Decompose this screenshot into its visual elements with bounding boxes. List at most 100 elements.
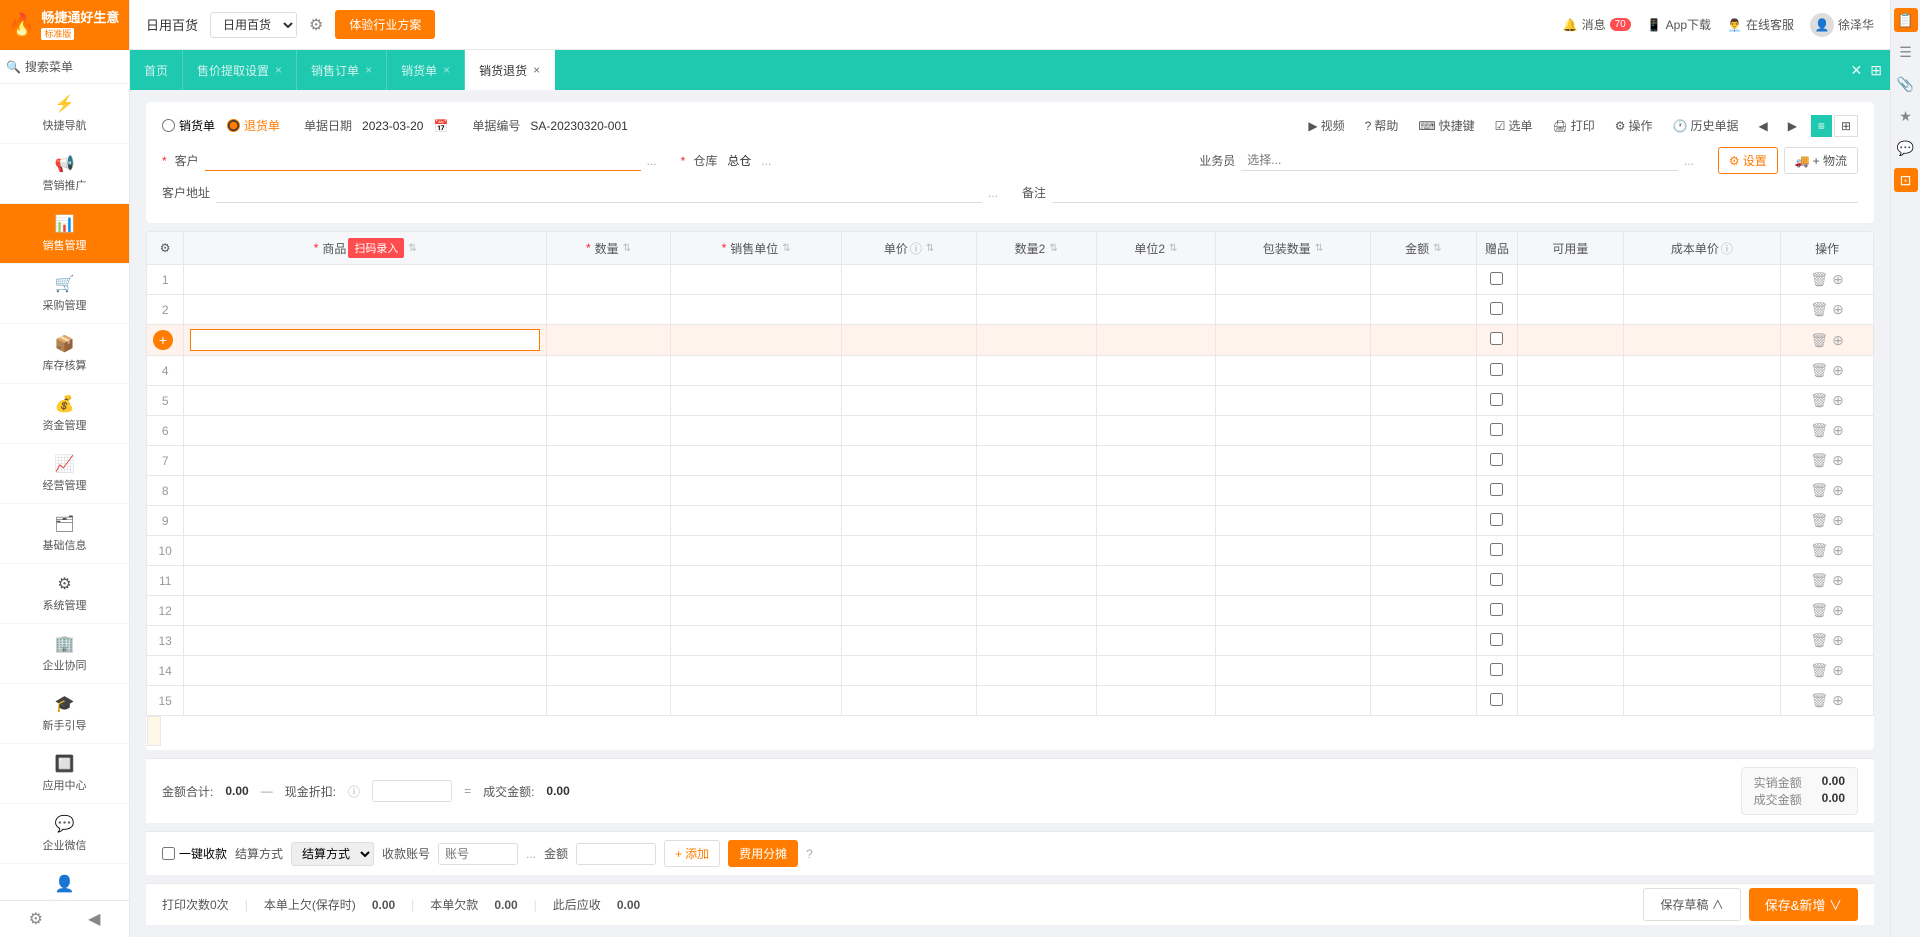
row-2-qty2[interactable] bbox=[976, 295, 1096, 325]
salesperson-dots[interactable]: ... bbox=[1684, 154, 1694, 168]
row-5-cost[interactable] bbox=[1623, 386, 1781, 416]
row-5-unit2[interactable] bbox=[1096, 386, 1216, 416]
row-13-price[interactable] bbox=[842, 626, 976, 656]
row-13-unit[interactable] bbox=[670, 626, 842, 656]
row-14-price[interactable] bbox=[842, 656, 976, 686]
row-3-gift[interactable] bbox=[1476, 325, 1517, 356]
notifications-btn[interactable]: 🔔 消息 70 bbox=[1563, 16, 1631, 33]
row-2-available[interactable] bbox=[1518, 295, 1624, 325]
row-2-gift[interactable] bbox=[1476, 295, 1517, 325]
row-3-available[interactable] bbox=[1518, 325, 1624, 356]
row-9-cost[interactable] bbox=[1623, 506, 1781, 536]
user-menu[interactable]: 👤 徐泽华 bbox=[1810, 13, 1874, 37]
sidebar-item-enterprise[interactable]: 🏢 企业协同 bbox=[0, 624, 129, 684]
row-12-qty[interactable] bbox=[547, 596, 671, 626]
salesperson-input[interactable] bbox=[1241, 150, 1678, 171]
row-13-qty2[interactable] bbox=[976, 626, 1096, 656]
row-6-qty[interactable] bbox=[547, 416, 671, 446]
add-payment-btn[interactable]: + 添加 bbox=[664, 840, 720, 867]
row-4-qty2[interactable] bbox=[976, 356, 1096, 386]
shortcut-btn[interactable]: ⌨ 快捷键 bbox=[1412, 114, 1480, 137]
online-service-btn[interactable]: 👨‍💼 在线客服 bbox=[1727, 16, 1794, 33]
row-3-price[interactable] bbox=[842, 325, 976, 356]
row-7-cost[interactable] bbox=[1623, 446, 1781, 476]
row-10-qty[interactable] bbox=[547, 536, 671, 566]
row-14-qty2[interactable] bbox=[976, 656, 1096, 686]
sidebar-item-inventory[interactable]: 📦 库存核算 bbox=[0, 324, 129, 384]
row-9-qty2[interactable] bbox=[976, 506, 1096, 536]
row-13-qty[interactable] bbox=[547, 626, 671, 656]
row-8-amount[interactable] bbox=[1370, 476, 1476, 506]
row-6-unit[interactable] bbox=[670, 416, 842, 446]
row-3-gift-cb[interactable] bbox=[1490, 332, 1503, 345]
row-5-copy[interactable]: ⊕ bbox=[1832, 392, 1844, 409]
row-14-cost[interactable] bbox=[1623, 656, 1781, 686]
quick-panel-attach[interactable]: 📎 bbox=[1894, 72, 1918, 96]
select-btn[interactable]: ☑ 选单 bbox=[1489, 114, 1539, 137]
row-14-qty[interactable] bbox=[547, 656, 671, 686]
row-10-product[interactable] bbox=[184, 536, 547, 566]
split-btn[interactable]: 费用分摊 bbox=[728, 840, 798, 867]
row-5-amount[interactable] bbox=[1370, 386, 1476, 416]
row-9-pack[interactable] bbox=[1216, 506, 1370, 536]
row-11-qty2[interactable] bbox=[976, 566, 1096, 596]
row-7-price[interactable] bbox=[842, 446, 976, 476]
row-10-pack[interactable] bbox=[1216, 536, 1370, 566]
sidebar-item-wechat[interactable]: 💬 企业微信 bbox=[0, 804, 129, 864]
row-13-del[interactable]: 🗑 bbox=[1810, 632, 1828, 649]
amount-sort-icon[interactable]: ⇅ bbox=[1433, 243, 1441, 254]
row-1-available[interactable] bbox=[1518, 265, 1624, 295]
radio-return[interactable]: 退货单 bbox=[227, 117, 280, 134]
row-12-del[interactable]: 🗑 bbox=[1810, 602, 1828, 619]
radio-delivery[interactable]: 销货单 bbox=[162, 117, 215, 134]
row-9-gift[interactable] bbox=[1476, 506, 1517, 536]
row-13-product[interactable] bbox=[184, 626, 547, 656]
row-15-qty2[interactable] bbox=[976, 686, 1096, 716]
row-4-unit[interactable] bbox=[670, 356, 842, 386]
row-9-product[interactable] bbox=[184, 506, 547, 536]
row-5-product[interactable] bbox=[184, 386, 547, 416]
sidebar-item-purchase[interactable]: 🛒 采购管理 bbox=[0, 264, 129, 324]
row-1-gift-cb[interactable] bbox=[1490, 272, 1503, 285]
row-8-avail[interactable] bbox=[1518, 476, 1624, 506]
row-9-price[interactable] bbox=[842, 506, 976, 536]
row-14-amount[interactable] bbox=[1370, 656, 1476, 686]
row-1-delete-icon[interactable]: 🗑 bbox=[1810, 271, 1828, 288]
split-help-icon[interactable]: ? bbox=[806, 847, 813, 861]
quick-panel-form[interactable]: 📋 bbox=[1894, 8, 1918, 32]
row-3-unit[interactable] bbox=[670, 325, 842, 356]
row-4-cost[interactable] bbox=[1623, 356, 1781, 386]
row-8-product[interactable] bbox=[184, 476, 547, 506]
row-7-del[interactable]: 🗑 bbox=[1810, 452, 1828, 469]
row-13-cost[interactable] bbox=[1623, 626, 1781, 656]
tab-home[interactable]: 首页 bbox=[130, 50, 183, 90]
unit-sort-icon[interactable]: ⇅ bbox=[782, 243, 790, 254]
operate-btn[interactable]: ⚙ 操作 bbox=[1609, 114, 1659, 137]
row-1-cost-price[interactable] bbox=[1623, 265, 1781, 295]
row-15-price[interactable] bbox=[842, 686, 976, 716]
table-view-btn[interactable]: ≡ bbox=[1811, 115, 1832, 137]
scan-btn[interactable]: 扫码录入 bbox=[348, 238, 404, 258]
row-15-product[interactable] bbox=[184, 686, 547, 716]
row-5-avail[interactable] bbox=[1518, 386, 1624, 416]
row-14-product[interactable] bbox=[184, 656, 547, 686]
row-15-amount[interactable] bbox=[1370, 686, 1476, 716]
row-2-price[interactable] bbox=[842, 295, 976, 325]
settings-btn[interactable]: ⚙ 设置 bbox=[1718, 147, 1778, 174]
row-15-unit[interactable] bbox=[670, 686, 842, 716]
row-10-price[interactable] bbox=[842, 536, 976, 566]
address-input[interactable] bbox=[216, 182, 982, 203]
row-8-unit2[interactable] bbox=[1096, 476, 1216, 506]
row-6-product[interactable] bbox=[184, 416, 547, 446]
settlement-select[interactable]: 结算方式 bbox=[291, 842, 374, 866]
sidebar-item-appstore[interactable]: 🔲 应用中心 bbox=[0, 744, 129, 804]
row-14-unit[interactable] bbox=[670, 656, 842, 686]
row-12-product[interactable] bbox=[184, 596, 547, 626]
address-dots[interactable]: ... bbox=[988, 186, 998, 200]
topbar-dropdown[interactable]: 日用百货 bbox=[210, 12, 297, 38]
history-btn[interactable]: 🕐 历史单据 bbox=[1666, 114, 1744, 137]
tab-sales-order[interactable]: 销售订单 × bbox=[297, 50, 387, 90]
help-btn[interactable]: ? 帮助 bbox=[1359, 114, 1405, 137]
one-click-payment[interactable]: 一键收款 bbox=[162, 845, 227, 862]
app-download-btn[interactable]: 📱 App下载 bbox=[1647, 16, 1711, 33]
